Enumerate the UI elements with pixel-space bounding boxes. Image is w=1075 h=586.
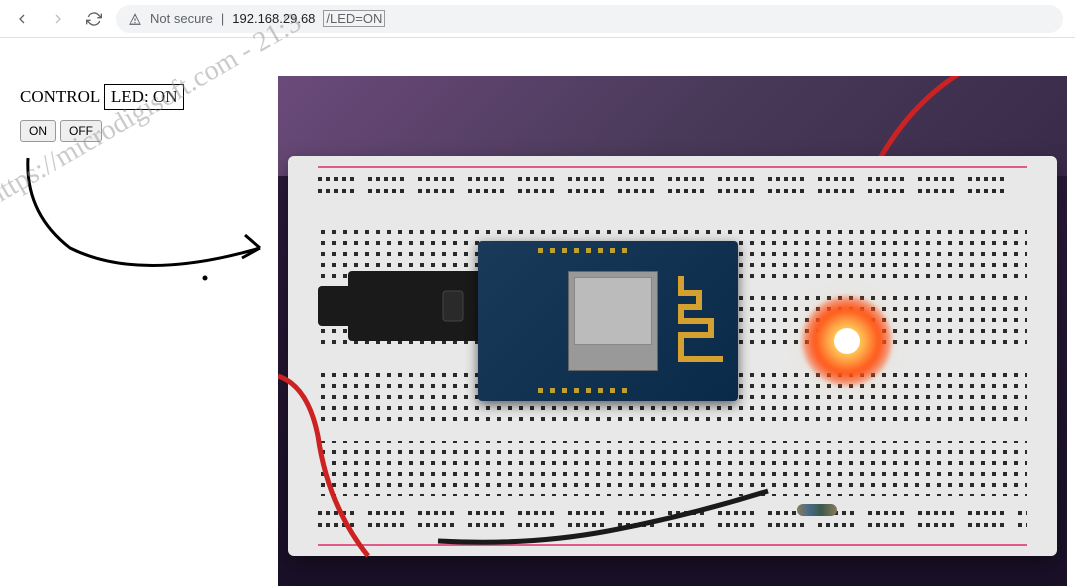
wifi-antenna <box>678 276 728 366</box>
microcontroller-board <box>478 241 738 401</box>
usb-plug <box>318 286 358 326</box>
control-label: CONTROL <box>20 87 104 106</box>
usb-connector <box>348 271 483 341</box>
security-text: Not secure <box>150 11 213 26</box>
url-host: 192.168.29.68 <box>232 11 315 26</box>
esp8266-chip <box>568 271 658 371</box>
led-off-button[interactable]: OFF <box>60 120 102 142</box>
breadboard-holes-top <box>318 174 1027 204</box>
black-wire <box>428 451 778 551</box>
control-section: CONTROL LED: ON ON OFF <box>20 84 184 142</box>
annotation-arrow <box>20 153 280 283</box>
browser-toolbar: Not secure | 192.168.29.68/LED=ON <box>0 0 1075 38</box>
nav-buttons <box>12 9 104 29</box>
red-wire-left <box>278 356 398 586</box>
resistor <box>797 504 837 516</box>
forward-button[interactable] <box>48 9 68 29</box>
address-bar[interactable]: Not secure | 192.168.29.68/LED=ON <box>116 5 1063 33</box>
led-light <box>834 328 860 354</box>
led-status-indicator: LED: ON <box>104 84 185 110</box>
page-content: CONTROL LED: ON ON OFF https://microdigi… <box>0 38 1075 573</box>
control-header: CONTROL LED: ON <box>20 84 184 110</box>
reload-button[interactable] <box>84 9 104 29</box>
circuit-photo <box>278 76 1067 586</box>
url-path: /LED=ON <box>323 10 385 27</box>
button-row: ON OFF <box>20 120 184 142</box>
led-on-button[interactable]: ON <box>20 120 56 142</box>
security-warning-icon <box>128 12 142 26</box>
back-button[interactable] <box>12 9 32 29</box>
separator: | <box>221 11 224 26</box>
